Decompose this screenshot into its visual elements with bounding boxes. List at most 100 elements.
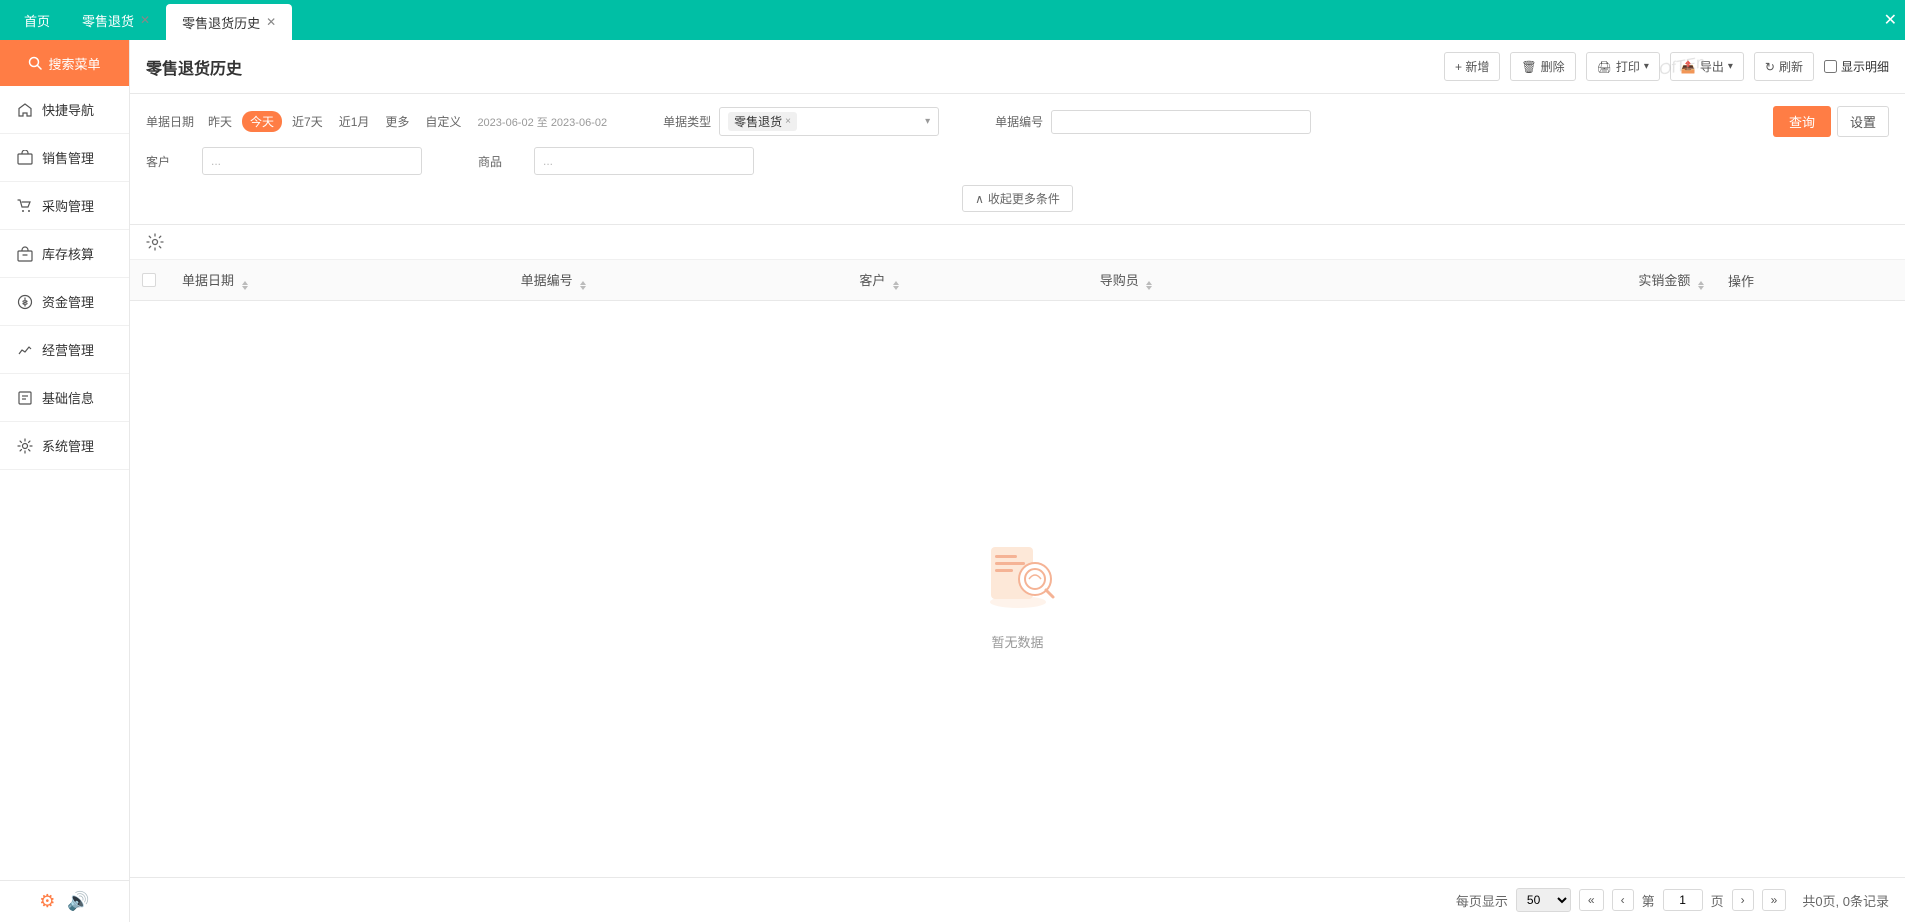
- goods-select[interactable]: ...: [534, 147, 754, 175]
- print-label: 打印: [1616, 58, 1640, 75]
- table-header-doc-date[interactable]: 单据日期: [170, 260, 509, 301]
- tab-retail-return[interactable]: 零售退货 ✕: [66, 0, 166, 40]
- page-label-pre: 第: [1642, 891, 1655, 910]
- doc-type-tag-close[interactable]: ×: [785, 116, 791, 127]
- page-size-select[interactable]: 50 20 100: [1516, 888, 1571, 912]
- settings-button[interactable]: 设置: [1837, 106, 1889, 137]
- last-page-button[interactable]: »: [1762, 889, 1787, 911]
- filter-row-1: 单据日期 昨天 今天 近7天 近1月 更多 自定义 2023-06-02 至 2…: [146, 106, 1889, 137]
- date-last7-btn[interactable]: 近7天: [286, 111, 329, 132]
- audio-icon[interactable]: 🔊: [67, 891, 89, 912]
- tab-retail-return-history[interactable]: 零售退货历史 ✕: [166, 4, 292, 40]
- doc-number-input[interactable]: [1051, 110, 1311, 134]
- doc-number-label: 单据编号: [995, 113, 1045, 130]
- sort-up-icon-4: [1146, 281, 1152, 285]
- sidebar-item-label-system: 系统管理: [42, 436, 94, 455]
- window-close-icon[interactable]: ✕: [1884, 10, 1897, 30]
- sidebar-item-basic-info[interactable]: 基础信息: [0, 374, 129, 422]
- sidebar-item-label-sales: 销售管理: [42, 148, 94, 167]
- customer-placeholder: ...: [211, 154, 221, 168]
- sort-up-icon-2: [580, 281, 586, 285]
- page-number-input[interactable]: [1663, 889, 1703, 911]
- sort-down-icon-5: [1698, 286, 1704, 290]
- date-filter-label: 单据日期: [146, 113, 196, 130]
- pagination-bar: 每页显示 50 20 100 « ‹ 第 页 › » 共0页, 0条记录: [130, 877, 1905, 922]
- show-detail-label: 显示明细: [1841, 58, 1889, 75]
- doc-type-select[interactable]: 零售退货 × ▾: [719, 107, 939, 136]
- table-header-doc-number[interactable]: 单据编号: [509, 260, 848, 301]
- tab-home[interactable]: 首页: [8, 0, 66, 40]
- system-icon: [16, 437, 34, 455]
- sidebar-item-quick-nav[interactable]: 快捷导航: [0, 86, 129, 134]
- data-table: 单据日期 单据编号: [130, 260, 1905, 301]
- table-header-actions: 操作: [1716, 260, 1905, 301]
- doc-type-filter-group: 单据类型 零售退货 × ▾: [663, 107, 939, 136]
- sort-icons-amount: [1698, 281, 1704, 290]
- table-header-customer-label: 客户: [859, 273, 885, 288]
- prev-page-button[interactable]: ‹: [1612, 889, 1634, 911]
- date-yesterday-btn[interactable]: 昨天: [202, 111, 238, 132]
- sort-down-icon-3: [893, 286, 899, 290]
- table-header-doc-number-label: 单据编号: [521, 273, 573, 288]
- query-button[interactable]: 查询: [1773, 106, 1831, 137]
- delete-button[interactable]: 🗑 删除: [1510, 52, 1575, 81]
- basic-info-icon: [16, 389, 34, 407]
- print-button[interactable]: 🖨 打印 ▾: [1586, 52, 1660, 81]
- sidebar-bottom: ⚙ 🔊: [0, 880, 129, 922]
- tab-retail-return-label: 零售退货: [82, 11, 134, 30]
- next-page-button[interactable]: ›: [1732, 889, 1754, 911]
- sort-down-icon: [242, 286, 248, 290]
- table-header-customer[interactable]: 客户: [847, 260, 1087, 301]
- sidebar-item-label-basic-info: 基础信息: [42, 388, 94, 407]
- show-detail-checkbox[interactable]: [1824, 60, 1837, 73]
- table-header-actions-label: 操作: [1728, 274, 1754, 289]
- content-area: 零售退货历史 + 新增 🗑 删除 🖨 打印 ▾ 📤 导出 ▾: [130, 40, 1905, 922]
- sidebar-item-inventory[interactable]: 库存核算: [0, 230, 129, 278]
- customer-select[interactable]: ...: [202, 147, 422, 175]
- sidebar-item-finance[interactable]: 资金管理: [0, 278, 129, 326]
- sort-up-icon-5: [1698, 281, 1704, 285]
- settings-gear-icon[interactable]: ⚙: [39, 891, 55, 912]
- doc-type-label: 单据类型: [663, 113, 713, 130]
- page-header: 零售退货历史 + 新增 🗑 删除 🖨 打印 ▾ 📤 导出 ▾: [130, 40, 1905, 94]
- search-icon: [28, 56, 42, 70]
- tab-retail-return-close[interactable]: ✕: [140, 13, 150, 27]
- sidebar-item-sales[interactable]: 销售管理: [0, 134, 129, 182]
- filter-row-2: 客户 ... 商品 ...: [146, 147, 1889, 175]
- table-area: 单据日期 单据编号: [130, 225, 1905, 877]
- select-all-checkbox[interactable]: [142, 273, 156, 287]
- tab-list: 首页 零售退货 ✕ 零售退货历史 ✕: [8, 0, 1884, 40]
- main-layout: 搜索菜单 快捷导航 销售管理 采购管理 库存核算: [0, 40, 1905, 922]
- table-header-guide-label: 导购员: [1100, 273, 1139, 288]
- sidebar-item-purchase[interactable]: 采购管理: [0, 182, 129, 230]
- table-header-amount[interactable]: 实销金额: [1377, 260, 1716, 301]
- tab-retail-return-history-label: 零售退货历史: [182, 13, 260, 32]
- topbar-right: ✕: [1884, 10, 1897, 30]
- date-more-btn[interactable]: 更多: [379, 111, 415, 132]
- add-button[interactable]: + 新增: [1444, 52, 1500, 81]
- header-actions: + 新增 🗑 删除 🖨 打印 ▾ 📤 导出 ▾ ↻ 刷新: [1444, 52, 1889, 93]
- sidebar-item-operations[interactable]: 经营管理: [0, 326, 129, 374]
- collapse-button[interactable]: ∧ 收起更多条件: [962, 185, 1073, 212]
- date-custom-btn[interactable]: 自定义: [419, 111, 467, 132]
- date-last-month-btn[interactable]: 近1月: [333, 111, 376, 132]
- tab-retail-return-history-close[interactable]: ✕: [266, 15, 276, 29]
- table-header-guide[interactable]: 导购员: [1088, 260, 1378, 301]
- export-button[interactable]: 📤 导出 ▾: [1670, 52, 1744, 81]
- table-settings-icon[interactable]: [146, 233, 164, 251]
- sidebar-search[interactable]: 搜索菜单: [0, 40, 129, 86]
- sort-icons-doc-number: [580, 281, 586, 290]
- date-today-btn[interactable]: 今天: [242, 111, 282, 132]
- sidebar-item-system[interactable]: 系统管理: [0, 422, 129, 470]
- goods-label: 商品: [478, 153, 528, 170]
- show-detail-checkbox-label[interactable]: 显示明细: [1824, 58, 1889, 75]
- table-header-checkbox: [130, 260, 170, 301]
- goods-placeholder: ...: [543, 154, 553, 168]
- inventory-icon: [16, 245, 34, 263]
- export-label: 导出: [1700, 58, 1724, 75]
- filter-area: 单据日期 昨天 今天 近7天 近1月 更多 自定义 2023-06-02 至 2…: [130, 94, 1905, 225]
- doc-number-filter-group: 单据编号: [995, 110, 1311, 134]
- total-records: 共0页, 0条记录: [1802, 891, 1889, 910]
- first-page-button[interactable]: «: [1579, 889, 1604, 911]
- refresh-button[interactable]: ↻ 刷新: [1754, 52, 1814, 81]
